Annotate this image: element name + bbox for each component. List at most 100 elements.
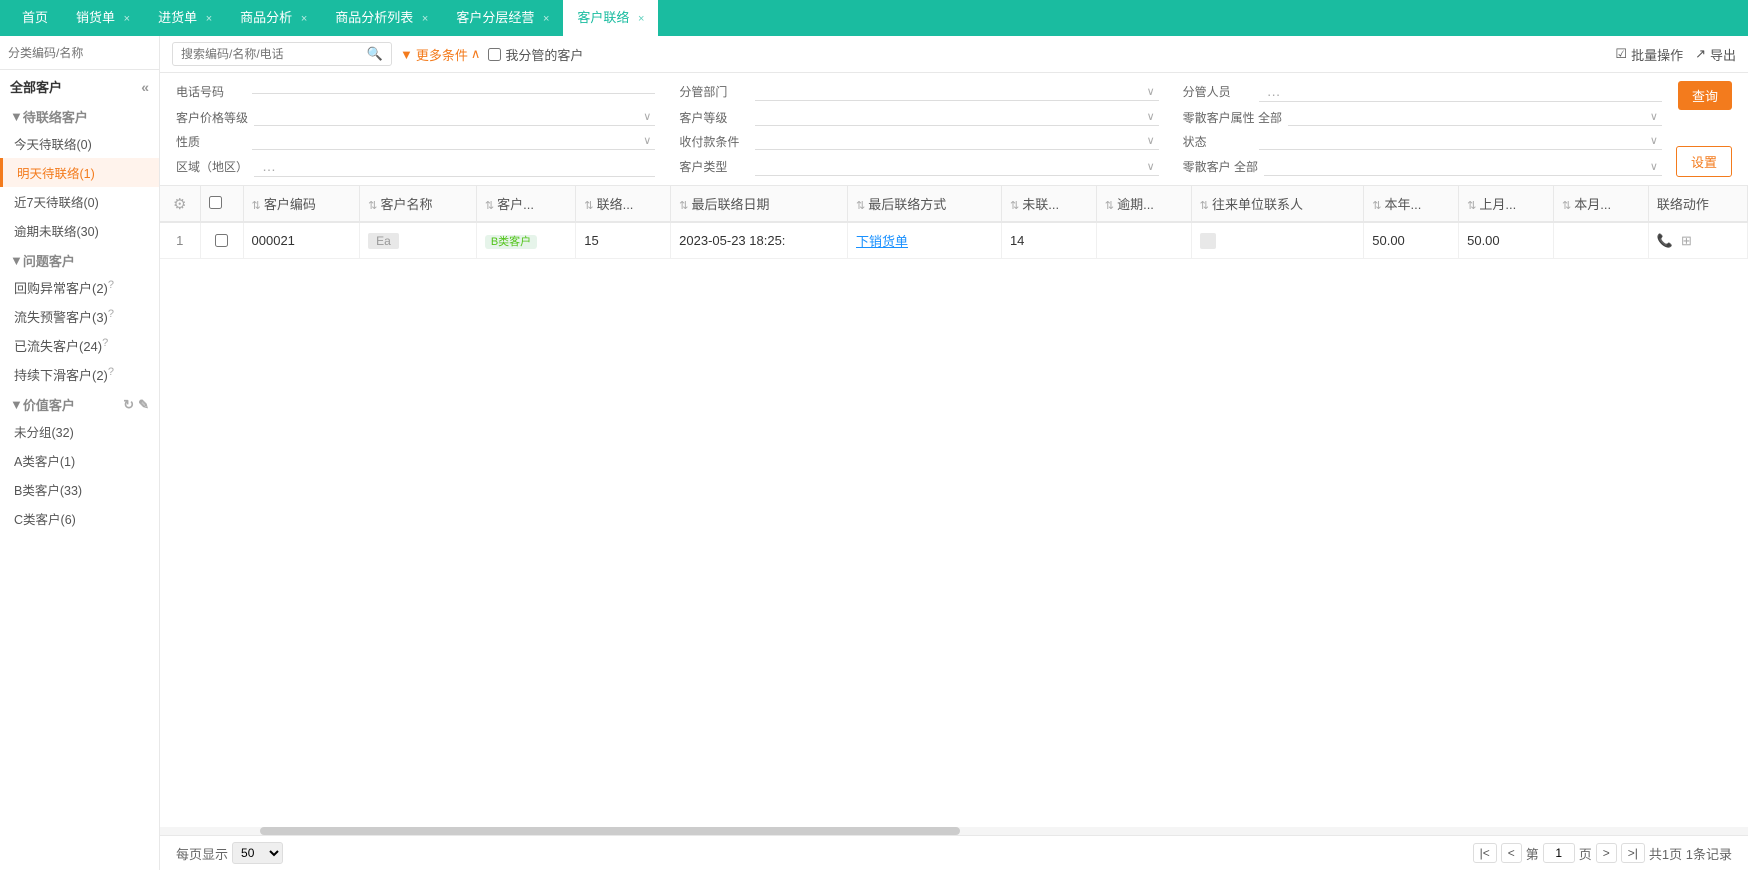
- filter-retail-attr: 零散客户属性 全部 ∨: [1183, 108, 1662, 126]
- filter-region-dots[interactable]: …: [262, 158, 276, 174]
- horizontal-scrollbar[interactable]: [160, 827, 1748, 835]
- sidebar-item-ungrouped[interactable]: 未分组(32): [0, 417, 159, 446]
- refresh-icon[interactable]: ↻: [123, 397, 134, 413]
- toolbar: 🔍 ▼ 更多条件 ∧ 我分管的客户 ☑ 批量操作 ↗ 导出: [160, 36, 1748, 73]
- filter-retail-customer-label: 零散客户 全部: [1183, 158, 1258, 175]
- sidebar-search-input[interactable]: [8, 46, 160, 60]
- filter-status-select[interactable]: ∨: [1259, 132, 1662, 150]
- sidebar-item-churned[interactable]: 已流失客户(24)?: [0, 331, 159, 360]
- qr-action-icon[interactable]: ⊞: [1681, 233, 1692, 249]
- col-unit-contact[interactable]: 往来单位联系人: [1191, 186, 1364, 222]
- filter-customer-grade-select[interactable]: ∨: [755, 108, 1158, 126]
- filter-retail-customer-select[interactable]: ∨: [1264, 158, 1662, 176]
- nav-tab-analysis[interactable]: 商品分析 ×: [226, 0, 321, 36]
- sidebar-item-class-c[interactable]: C类客户(6): [0, 504, 159, 533]
- filter-dept-select[interactable]: ∨: [755, 83, 1158, 101]
- select-all-checkbox[interactable]: [209, 196, 222, 209]
- row-action-cell: 📞 ⊞: [1648, 222, 1747, 259]
- filter-actions: 查询 设置: [1670, 81, 1732, 177]
- batch-operation-btn[interactable]: ☑ 批量操作: [1615, 45, 1683, 64]
- more-conditions-btn[interactable]: ▼ 更多条件 ∧: [400, 45, 480, 64]
- sidebar-item-overdue[interactable]: 逾期未联络(30): [0, 216, 159, 245]
- sidebar-item-7days[interactable]: 近7天待联络(0): [0, 187, 159, 216]
- batch-icon: ☑: [1615, 46, 1627, 62]
- filter-icon: ▼: [400, 47, 413, 62]
- col-this-month[interactable]: 本月...: [1553, 186, 1648, 222]
- content-area: 🔍 ▼ 更多条件 ∧ 我分管的客户 ☑ 批量操作 ↗ 导出: [160, 36, 1748, 870]
- table-row: 1 000021 Ea B类客户 15: [160, 222, 1748, 259]
- prev-page-btn[interactable]: <: [1501, 843, 1522, 863]
- my-customers-check[interactable]: [488, 48, 501, 61]
- sidebar-item-class-a[interactable]: A类客户(1): [0, 446, 159, 475]
- settings-icon[interactable]: ⚙: [173, 196, 186, 213]
- sidebar-all-customers[interactable]: 全部客户 «: [0, 70, 159, 101]
- col-overdue[interactable]: 逾期...: [1096, 186, 1191, 222]
- export-btn[interactable]: ↗ 导出: [1695, 45, 1736, 64]
- close-customer-contact-tab[interactable]: ×: [638, 13, 644, 25]
- close-analysis-tab[interactable]: ×: [301, 13, 307, 25]
- col-code[interactable]: 客户编码: [243, 186, 360, 222]
- filter-row-3: 性质 ∨ 收付款条件 ∨: [176, 132, 1662, 150]
- last-page-btn[interactable]: >|: [1621, 843, 1645, 863]
- filter-cust-type-select[interactable]: ∨: [755, 158, 1158, 176]
- sidebar-item-today[interactable]: 今天待联络(0): [0, 129, 159, 158]
- sidebar-item-class-b[interactable]: B类客户(33): [0, 475, 159, 504]
- chevron-down-icon: ∨: [643, 134, 651, 147]
- sidebar-collapse-btn[interactable]: «: [141, 79, 149, 95]
- row-uncontact-cell: 14: [1001, 222, 1096, 259]
- edit-icon[interactable]: ✎: [138, 397, 149, 413]
- nav-tab-sales[interactable]: 销货单 ×: [62, 0, 144, 36]
- contact-method-link[interactable]: 下销货单: [856, 234, 908, 249]
- nav-home[interactable]: 首页: [8, 0, 62, 36]
- sidebar-item-declining[interactable]: 持续下滑客户(2)?: [0, 360, 159, 389]
- close-sales-tab[interactable]: ×: [124, 13, 130, 25]
- filter-retail-attr-select[interactable]: ∨: [1288, 108, 1662, 126]
- close-analysis-list-tab[interactable]: ×: [422, 13, 428, 25]
- phone-action-icon[interactable]: 📞: [1657, 233, 1673, 249]
- filter-dept: 分管部门 ∨: [679, 83, 1158, 101]
- sidebar-item-abnormal[interactable]: 回购异常客户(2)?: [0, 273, 159, 302]
- per-page-select[interactable]: 50 100 200: [232, 842, 283, 864]
- col-contact[interactable]: 联络...: [576, 186, 671, 222]
- my-customers-checkbox[interactable]: 我分管的客户: [488, 45, 583, 64]
- filter-region-select[interactable]: …: [254, 156, 655, 177]
- col-uncontact[interactable]: 未联...: [1001, 186, 1096, 222]
- toolbar-search-input[interactable]: [181, 47, 367, 61]
- query-button[interactable]: 查询: [1678, 81, 1732, 110]
- filter-manager-select[interactable]: …: [1259, 81, 1662, 102]
- sidebar-section-problem: ▼ 问题客户: [0, 245, 159, 273]
- filter-payment-select[interactable]: ∨: [755, 132, 1158, 150]
- col-last-method[interactable]: 最后联络方式: [848, 186, 1002, 222]
- scrollbar-thumb[interactable]: [260, 827, 960, 835]
- filter-price-grade-select[interactable]: ∨: [254, 108, 655, 126]
- row-checkbox[interactable]: [215, 234, 228, 247]
- row-this-year-cell: 50.00: [1364, 222, 1459, 259]
- filter-phone-input[interactable]: [252, 89, 655, 94]
- filter-payment: 收付款条件 ∨: [679, 132, 1158, 150]
- col-type[interactable]: 客户...: [476, 186, 575, 222]
- export-icon: ↗: [1695, 46, 1706, 62]
- filter-status: 状态 ∨: [1183, 132, 1662, 150]
- filter-dept-label: 分管部门: [679, 83, 749, 100]
- close-customer-tier-tab[interactable]: ×: [543, 13, 549, 25]
- page-input[interactable]: [1543, 843, 1575, 863]
- col-last-month[interactable]: 上月...: [1459, 186, 1554, 222]
- nav-tab-purchase[interactable]: 进货单 ×: [144, 0, 226, 36]
- sidebar-item-churn-warn[interactable]: 流失预警客户(3)?: [0, 302, 159, 331]
- col-name[interactable]: 客户名称: [360, 186, 477, 222]
- nav-tab-analysis-list[interactable]: 商品分析列表 ×: [321, 0, 442, 36]
- filter-manager-dots[interactable]: …: [1267, 83, 1281, 99]
- set-button[interactable]: 设置: [1676, 146, 1732, 177]
- close-purchase-tab[interactable]: ×: [206, 13, 212, 25]
- nav-tab-customer-tier[interactable]: 客户分层经营 ×: [442, 0, 563, 36]
- next-page-btn[interactable]: >: [1596, 843, 1617, 863]
- filter-nature-select[interactable]: ∨: [252, 132, 655, 150]
- per-page-label: 每页显示: [176, 844, 228, 863]
- nav-tab-customer-contact[interactable]: 客户联络 ×: [563, 0, 658, 36]
- first-page-btn[interactable]: |<: [1473, 843, 1497, 863]
- col-last-date[interactable]: 最后联络日期: [671, 186, 848, 222]
- col-this-year[interactable]: 本年...: [1364, 186, 1459, 222]
- filter-price-grade-label: 客户价格等级: [176, 109, 248, 126]
- sidebar-item-tomorrow[interactable]: 明天待联络(1): [0, 158, 159, 187]
- toolbar-search-icon[interactable]: 🔍: [367, 46, 383, 62]
